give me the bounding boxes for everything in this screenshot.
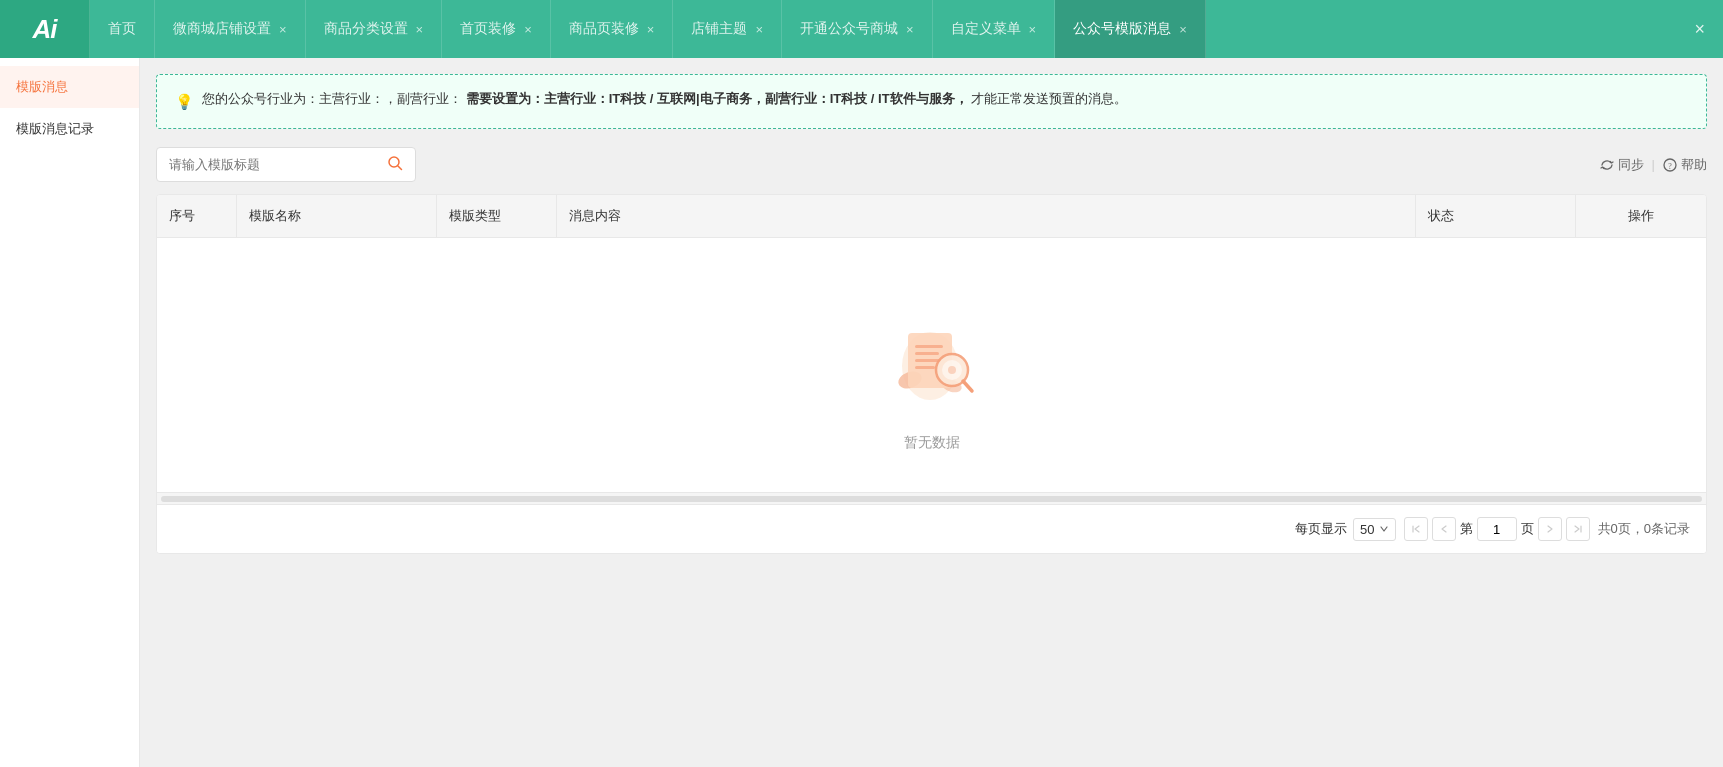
tab-wshop-close[interactable]: × [279, 23, 287, 36]
page-size-selector: 每页显示 50 [1295, 518, 1395, 541]
empty-illustration [872, 298, 992, 418]
first-page-icon [1411, 524, 1421, 534]
toolbar-divider: | [1652, 157, 1655, 172]
svg-line-1 [398, 166, 402, 170]
tab-home-label: 首页 [108, 20, 136, 38]
tab-homepage-label: 首页装修 [460, 20, 516, 38]
tab-wshop-label: 微商城店铺设置 [173, 20, 271, 38]
horizontal-scrollbar[interactable] [157, 492, 1706, 504]
search-box [156, 147, 416, 182]
top-tab-bar: Ai 首页 微商城店铺设置 × 商品分类设置 × 首页装修 × 商品页装修 × … [0, 0, 1723, 58]
search-icon [387, 155, 403, 171]
total-info: 共0页，0条记录 [1598, 520, 1690, 538]
empty-text: 暂无数据 [904, 434, 960, 452]
tab-custommenu[interactable]: 自定义菜单 × [933, 0, 1056, 58]
svg-line-14 [963, 381, 972, 391]
svg-rect-9 [915, 352, 939, 355]
th-name: 模版名称 [237, 195, 437, 237]
tab-templatemsg-label: 公众号模版消息 [1073, 20, 1171, 38]
tab-category[interactable]: 商品分类设置 × [306, 0, 443, 58]
svg-rect-11 [915, 366, 935, 369]
page-label-before: 第 [1460, 520, 1473, 538]
help-button[interactable]: ? 帮助 [1663, 156, 1707, 174]
page-label-after: 页 [1521, 520, 1534, 538]
content-area: 💡 您的公众号行业为：主营行业：，副营行业： 需要设置为：主营行业：IT科技 /… [140, 58, 1723, 767]
sidebar: 模版消息 模版消息记录 [0, 58, 140, 767]
global-close-button[interactable]: × [1676, 0, 1723, 58]
tab-productpage-label: 商品页装修 [569, 20, 639, 38]
page-size-label: 每页显示 [1295, 520, 1347, 538]
svg-rect-8 [915, 345, 943, 348]
tab-theme-label: 店铺主题 [691, 20, 747, 38]
page-input[interactable] [1477, 517, 1517, 541]
svg-text:?: ? [1668, 162, 1672, 171]
sidebar-item-template[interactable]: 模版消息 [0, 66, 139, 108]
data-table: 序号 模版名称 模版类型 消息内容 状态 操作 [156, 194, 1707, 554]
th-content: 消息内容 [557, 195, 1416, 237]
page-nav: 第 页 [1404, 517, 1590, 541]
tab-category-label: 商品分类设置 [324, 20, 408, 38]
first-page-button[interactable] [1404, 517, 1428, 541]
toolbar-right: 同步 | ? 帮助 [1600, 156, 1707, 174]
chevron-left-icon [1439, 524, 1449, 534]
tab-openstore[interactable]: 开通公众号商城 × [782, 0, 933, 58]
sync-button[interactable]: 同步 [1600, 156, 1644, 174]
next-page-button[interactable] [1538, 517, 1562, 541]
search-input[interactable] [157, 150, 377, 179]
main-layout: 模版消息 模版消息记录 💡 您的公众号行业为：主营行业：，副营行业： 需要设置为… [0, 58, 1723, 767]
tab-templatemsg[interactable]: 公众号模版消息 × [1055, 0, 1206, 58]
help-icon: ? [1663, 158, 1677, 172]
sidebar-item-record[interactable]: 模版消息记录 [0, 108, 139, 150]
th-type: 模版类型 [437, 195, 557, 237]
th-action: 操作 [1576, 195, 1706, 237]
page-size-dropdown[interactable]: 50 [1353, 518, 1395, 541]
th-seq: 序号 [157, 195, 237, 237]
tab-category-close[interactable]: × [416, 23, 424, 36]
scrollbar-track[interactable] [161, 496, 1702, 502]
tab-productpage[interactable]: 商品页装修 × [551, 0, 674, 58]
search-button[interactable] [377, 148, 413, 181]
th-status: 状态 [1416, 195, 1576, 237]
last-page-icon [1573, 524, 1583, 534]
tab-wshop[interactable]: 微商城店铺设置 × [155, 0, 306, 58]
notice-box: 💡 您的公众号行业为：主营行业：，副营行业： 需要设置为：主营行业：IT科技 /… [156, 74, 1707, 129]
tab-productpage-close[interactable]: × [647, 23, 655, 36]
notice-icon: 💡 [175, 90, 194, 114]
tab-custommenu-label: 自定义菜单 [951, 20, 1021, 38]
svg-point-15 [948, 366, 956, 374]
tab-openstore-label: 开通公众号商城 [800, 20, 898, 38]
tab-homepage-close[interactable]: × [524, 23, 532, 36]
sync-icon [1600, 158, 1614, 172]
tab-custommenu-close[interactable]: × [1029, 23, 1037, 36]
empty-state: 暂无数据 [157, 238, 1706, 492]
tab-home[interactable]: 首页 [90, 0, 155, 58]
tab-openstore-close[interactable]: × [906, 23, 914, 36]
notice-text: 您的公众号行业为：主营行业：，副营行业： 需要设置为：主营行业：IT科技 / 互… [202, 89, 1127, 110]
brand-logo: Ai [0, 0, 90, 58]
tab-homepage[interactable]: 首页装修 × [442, 0, 551, 58]
last-page-button[interactable] [1566, 517, 1590, 541]
prev-page-button[interactable] [1432, 517, 1456, 541]
toolbar: 同步 | ? 帮助 [156, 147, 1707, 182]
page-size-value: 50 [1360, 522, 1374, 537]
pagination: 每页显示 50 [157, 504, 1706, 553]
table-header: 序号 模版名称 模版类型 消息内容 状态 操作 [157, 195, 1706, 238]
tab-theme-close[interactable]: × [755, 23, 763, 36]
tab-templatemsg-close[interactable]: × [1179, 23, 1187, 36]
tab-theme[interactable]: 店铺主题 × [673, 0, 782, 58]
chevron-down-icon [1379, 524, 1389, 534]
chevron-right-icon [1545, 524, 1555, 534]
